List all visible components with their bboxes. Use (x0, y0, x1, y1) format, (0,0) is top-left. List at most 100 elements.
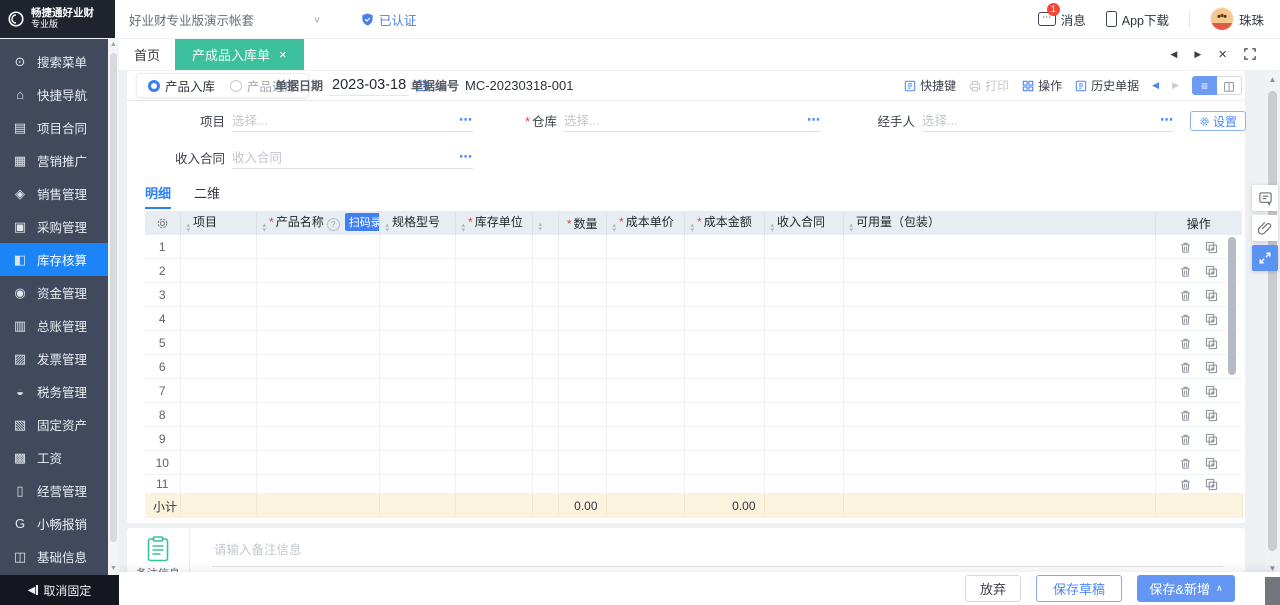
cell-product-name[interactable] (256, 282, 380, 307)
delete-row-icon[interactable] (1179, 241, 1192, 254)
sort-icon[interactable]: ▴ ▾ (613, 222, 617, 234)
cell-product-name[interactable] (256, 306, 380, 331)
list-view-toggle[interactable]: ≡ (1192, 76, 1217, 95)
cell-blank[interactable] (532, 330, 559, 355)
cell-unit[interactable] (455, 426, 533, 451)
cell-cost-price[interactable] (606, 450, 685, 475)
cell-product-name[interactable] (256, 402, 380, 427)
cell-blank[interactable] (532, 378, 559, 403)
expand-tool[interactable] (1252, 245, 1278, 271)
doc-date-value[interactable]: 2023-03-18 (329, 75, 410, 96)
cell-unit[interactable] (455, 330, 533, 355)
cell-cost-price[interactable] (606, 258, 685, 283)
sort-icon[interactable]: ▴ ▾ (850, 222, 854, 234)
project-more-icon[interactable]: ⋯ (459, 112, 473, 128)
cell-cost-amount[interactable] (684, 426, 765, 451)
cell-cost-amount[interactable] (684, 450, 765, 475)
cell-available-qty[interactable] (843, 354, 1156, 379)
tab-matrix[interactable]: 二维 (194, 183, 220, 209)
cell-project[interactable] (180, 474, 257, 494)
unpin-sidebar-button[interactable]: ◀ 取消固定 (0, 575, 119, 605)
cell-quantity[interactable] (558, 330, 607, 355)
messages-button[interactable]: ⋯ 消息 1 (1037, 2, 1086, 29)
cell-available-qty[interactable] (843, 474, 1156, 494)
cell-project[interactable] (180, 258, 257, 283)
cell-income-contract[interactable] (764, 354, 844, 379)
page-scrollbar[interactable]: ▲ ▼ (1265, 71, 1280, 577)
cell-cost-amount[interactable] (684, 258, 765, 283)
sidebar-scroll-thumb[interactable] (110, 53, 117, 542)
cell-cost-price[interactable] (606, 426, 685, 451)
cell-available-qty[interactable] (843, 330, 1156, 355)
copy-row-icon[interactable] (1205, 433, 1218, 446)
delete-row-icon[interactable] (1179, 337, 1192, 350)
user-menu[interactable]: 珠珠 (1209, 7, 1264, 31)
cell-cost-price[interactable] (606, 235, 685, 259)
cell-blank[interactable] (532, 450, 559, 475)
cell-unit[interactable] (455, 235, 533, 259)
cell-spec[interactable] (379, 402, 456, 427)
sidebar-item-9[interactable]: ▥ 总账管理 (0, 309, 108, 342)
cell-cost-price[interactable] (606, 330, 685, 355)
cell-spec[interactable] (379, 378, 456, 403)
cell-income-contract[interactable] (764, 282, 844, 307)
sort-icon[interactable]: ▴ ▾ (462, 222, 466, 234)
column-settings-button[interactable]: 设置 (1190, 111, 1246, 131)
handler-select[interactable]: 选择... ⋯ (922, 108, 1174, 132)
close-all-tabs-icon[interactable]: × (1218, 46, 1227, 63)
cell-cost-amount[interactable] (684, 282, 765, 307)
cell-unit[interactable] (455, 474, 533, 494)
cell-available-qty[interactable] (843, 426, 1156, 451)
cell-cost-amount[interactable] (684, 330, 765, 355)
cell-cost-amount[interactable] (684, 474, 765, 494)
sidebar-scrollbar[interactable]: ▲ ▼ (108, 38, 119, 575)
attachment-tool[interactable] (1252, 215, 1278, 241)
cell-blank[interactable] (532, 474, 559, 494)
cell-income-contract[interactable] (764, 474, 844, 494)
cell-product-name[interactable] (256, 258, 380, 283)
cell-spec[interactable] (379, 306, 456, 331)
page-scroll-thumb[interactable] (1268, 91, 1277, 551)
sidebar-item-15[interactable]: G 小畅报销 (0, 507, 108, 540)
cell-project[interactable] (180, 378, 257, 403)
next-doc-icon[interactable]: ▶ (1172, 80, 1179, 91)
note-input[interactable] (212, 533, 1223, 567)
app-download-button[interactable]: App下载 (1105, 10, 1169, 29)
history-docs-button[interactable]: 历史单据 (1075, 77, 1139, 94)
cell-blank[interactable] (532, 354, 559, 379)
sidebar-item-11[interactable]: ◒ 税务管理 (0, 375, 108, 408)
cell-spec[interactable] (379, 450, 456, 475)
cell-available-qty[interactable] (843, 306, 1156, 331)
cell-spec[interactable] (379, 426, 456, 451)
delete-row-icon[interactable] (1179, 457, 1192, 470)
cell-product-name[interactable] (256, 354, 380, 379)
cell-project[interactable] (180, 354, 257, 379)
delete-row-icon[interactable] (1179, 433, 1192, 446)
cell-cost-amount[interactable] (684, 378, 765, 403)
cell-quantity[interactable] (558, 354, 607, 379)
cell-unit[interactable] (455, 402, 533, 427)
sidebar-item-4[interactable]: ▦ 营销推广 (0, 144, 108, 177)
cell-spec[interactable] (379, 282, 456, 307)
sidebar-item-8[interactable]: ◉ 资金管理 (0, 276, 108, 309)
sort-icon[interactable]: ▴ ▾ (386, 222, 390, 234)
copy-row-icon[interactable] (1205, 361, 1218, 374)
cell-product-name[interactable] (256, 426, 380, 451)
copy-row-icon[interactable] (1205, 409, 1218, 422)
cell-quantity[interactable] (558, 474, 607, 494)
copy-row-icon[interactable] (1205, 241, 1218, 254)
cell-unit[interactable] (455, 450, 533, 475)
cell-spec[interactable] (379, 474, 456, 494)
delete-row-icon[interactable] (1179, 313, 1192, 326)
cell-unit[interactable] (455, 258, 533, 283)
cell-unit[interactable] (455, 282, 533, 307)
copy-row-icon[interactable] (1205, 478, 1218, 491)
cell-unit[interactable] (455, 306, 533, 331)
sort-icon[interactable]: ▴ ▾ (771, 222, 775, 234)
sidebar-item-5[interactable]: ◈ 销售管理 (0, 177, 108, 210)
cell-product-name[interactable] (256, 235, 380, 259)
sidebar-item-10[interactable]: ▨ 发票管理 (0, 342, 108, 375)
cell-income-contract[interactable] (764, 378, 844, 403)
cell-income-contract[interactable] (764, 402, 844, 427)
copy-row-icon[interactable] (1205, 313, 1218, 326)
